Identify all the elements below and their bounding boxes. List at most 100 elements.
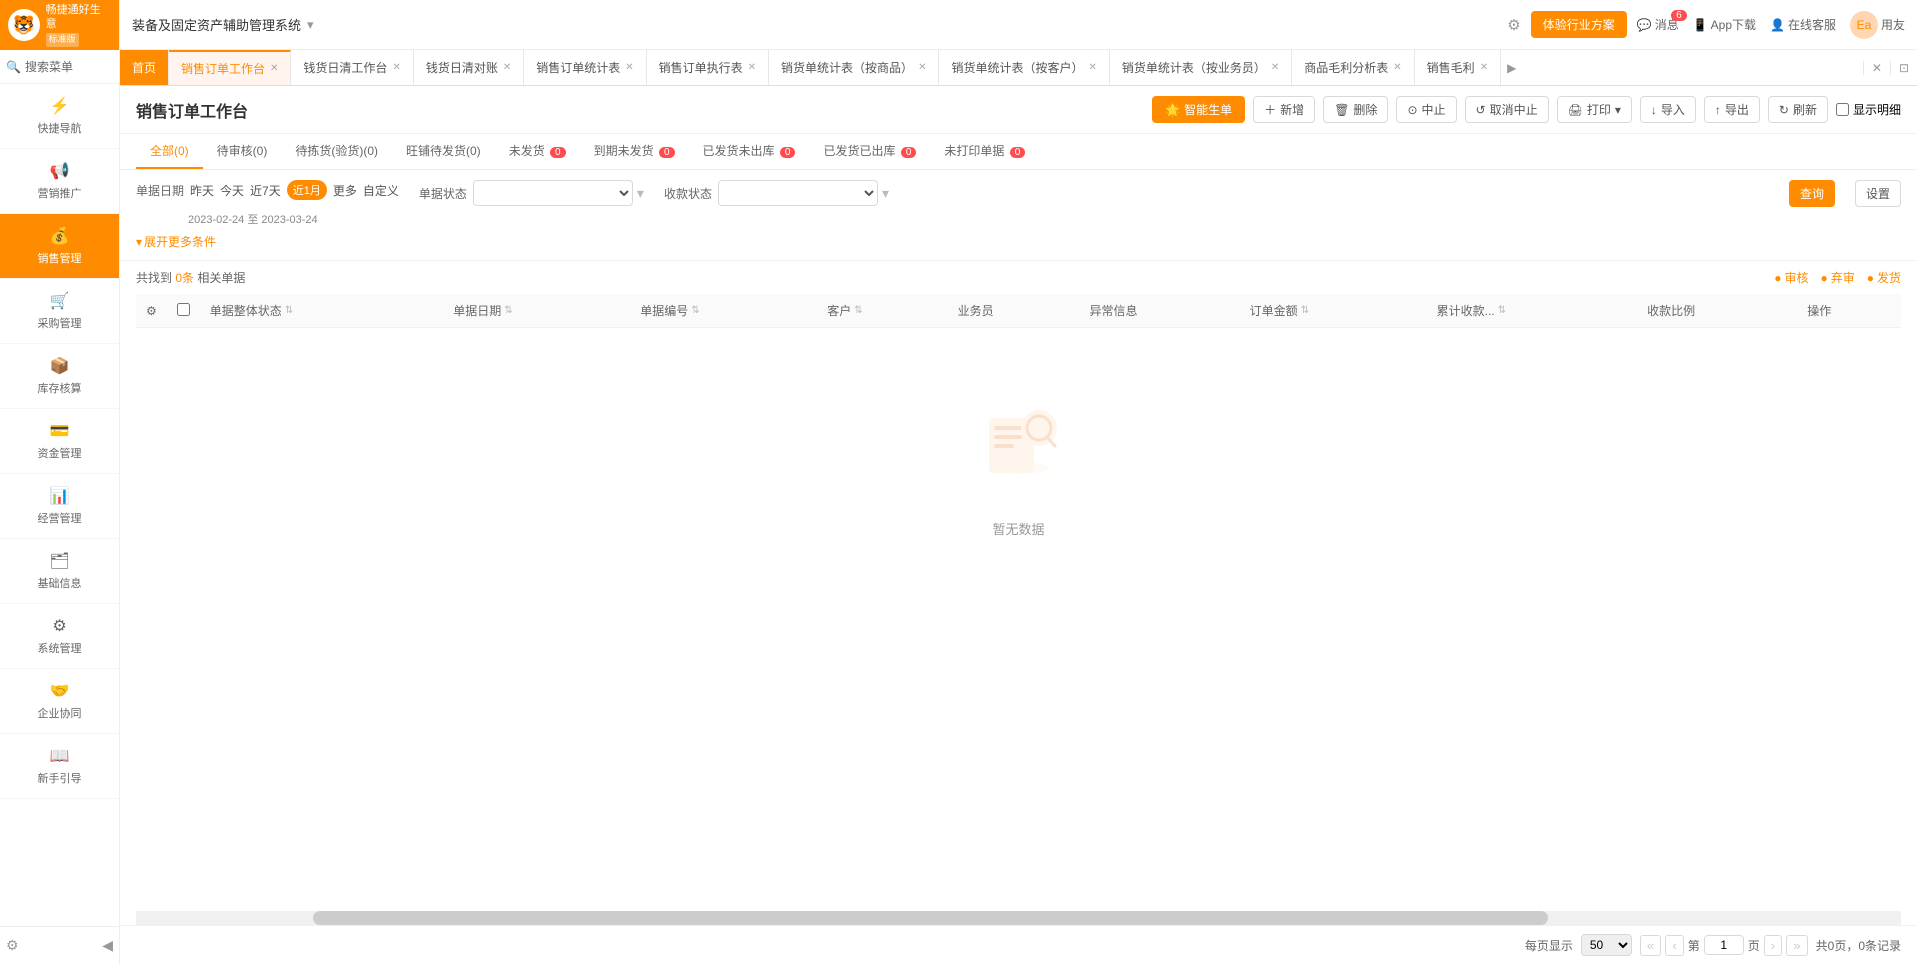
user-action[interactable]: Ea 用友: [1850, 11, 1905, 39]
tab-sales-summary-staff[interactable]: 销货单统计表（按业务员） ✕: [1110, 50, 1292, 85]
sidebar-item-inventory[interactable]: 📦 库存核算: [0, 344, 119, 409]
sidebar-item-system[interactable]: ⚙ 系统管理: [0, 604, 119, 669]
logo-text-line2: 标准版: [46, 31, 111, 47]
sub-tab-not-shipped[interactable]: 未发货 0: [495, 134, 580, 169]
th-settings[interactable]: ⚙: [136, 294, 167, 328]
tab-close-icon-3[interactable]: ✕: [503, 62, 511, 73]
sidebar-item-quick[interactable]: ⚡ 快捷导航: [0, 84, 119, 149]
sidebar-item-guide[interactable]: 📖 新手引导: [0, 734, 119, 799]
sort-number[interactable]: 单据编号 ⇅: [640, 302, 807, 319]
ship-btn[interactable]: ● 发货: [1867, 269, 1901, 286]
status-select[interactable]: [473, 180, 633, 206]
tab-sales-stat[interactable]: 销售订单统计表 ✕: [524, 50, 646, 85]
sort-amount[interactable]: 订单金额 ⇅: [1250, 302, 1417, 319]
sidebar-item-operation[interactable]: 📊 经营管理: [0, 474, 119, 539]
payment-select[interactable]: [718, 180, 878, 206]
sidebar-item-basic[interactable]: 🗂 基础信息: [0, 539, 119, 604]
cancel-stop-btn[interactable]: ↺ 取消中止: [1465, 96, 1549, 123]
tab-sales-more[interactable]: 销售毛利 ✕: [1415, 50, 1501, 85]
add-btn[interactable]: ＋ 新增: [1253, 96, 1315, 123]
sort-collected[interactable]: 累计收款... ⇅: [1437, 302, 1628, 319]
date-opt-yesterday[interactable]: 昨天: [190, 182, 214, 199]
sub-tab-wangpu[interactable]: 旺铺待发货(0): [392, 134, 495, 169]
settings-bottom-icon[interactable]: ⚙: [6, 937, 19, 954]
query-btn[interactable]: 查询: [1789, 180, 1835, 207]
sidebar-item-finance[interactable]: 💳 资金管理: [0, 409, 119, 474]
tab-close-icon[interactable]: ✕: [270, 63, 278, 74]
import-btn[interactable]: ↓ 导入: [1640, 96, 1696, 123]
sub-tab-shipped-in[interactable]: 已发货未出库 0: [689, 134, 810, 169]
refresh-btn[interactable]: ↻ 刷新: [1768, 96, 1828, 123]
show-detail-toggle[interactable]: 显示明细: [1836, 101, 1901, 118]
sub-tab-pending[interactable]: 待审核(0): [203, 134, 282, 169]
horizontal-scrollbar[interactable]: [136, 911, 1901, 925]
date-opt-1month[interactable]: 近1月: [287, 180, 327, 200]
tab-close-icon-7[interactable]: ✕: [1088, 62, 1096, 73]
ai-gen-btn[interactable]: 🌟 智能生单: [1152, 96, 1245, 123]
sort-date[interactable]: 单据日期 ⇅: [453, 302, 620, 319]
tab-close-icon-6[interactable]: ✕: [918, 62, 926, 73]
tabbar-more-btn[interactable]: ▶: [1501, 50, 1522, 85]
first-page-btn[interactable]: «: [1640, 935, 1661, 956]
tab-close-icon-10[interactable]: ✕: [1480, 62, 1488, 73]
tab-close-icon-9[interactable]: ✕: [1393, 62, 1401, 73]
tab-close-icon-5[interactable]: ✕: [748, 62, 756, 73]
date-opt-today[interactable]: 今天: [220, 182, 244, 199]
sidebar-item-enterprise[interactable]: 🤝 企业协同: [0, 669, 119, 734]
tab-close-icon-8[interactable]: ✕: [1271, 62, 1279, 73]
export-label: 导出: [1725, 101, 1749, 118]
page-size-select[interactable]: 50 20 100: [1581, 934, 1632, 956]
tab-sales-exec[interactable]: 销售订单执行表 ✕: [647, 50, 769, 85]
sort-status[interactable]: 单据整体状态 ⇅: [210, 302, 433, 319]
sidebar-item-sales[interactable]: 💰 销售管理: [0, 214, 119, 279]
tab-close-icon-2[interactable]: ✕: [392, 62, 400, 73]
next-page-btn[interactable]: ›: [1764, 935, 1782, 956]
tab-close-icon-4[interactable]: ✕: [625, 62, 633, 73]
sort-customer[interactable]: 客户 ⇅: [827, 302, 937, 319]
page-input[interactable]: [1704, 935, 1744, 955]
scrollbar-thumb[interactable]: [313, 911, 1549, 925]
topbar-gear-icon[interactable]: ⚙: [1507, 16, 1520, 34]
exp-btn[interactable]: 体验行业方案: [1531, 11, 1627, 38]
prev-page-btn[interactable]: ‹: [1665, 935, 1683, 956]
tab-margin-analysis[interactable]: 商品毛利分析表 ✕: [1292, 50, 1414, 85]
tab-home[interactable]: 首页: [120, 50, 169, 85]
app-download-action[interactable]: 📱 App下载: [1693, 16, 1756, 33]
stop-btn[interactable]: ⊙ 中止: [1396, 96, 1456, 123]
sidebar-item-purchase[interactable]: 🛒 采购管理: [0, 279, 119, 344]
tab-sales-summary-product[interactable]: 销货单统计表（按商品） ✕: [769, 50, 939, 85]
delete-btn[interactable]: 🗑 删除: [1323, 96, 1388, 123]
topbar-dropdown-icon[interactable]: ▾: [307, 17, 314, 33]
tab-sales-summary-customer[interactable]: 销货单统计表（按客户） ✕: [939, 50, 1109, 85]
tab-cash-daily[interactable]: 钱货日清工作台 ✕: [291, 50, 413, 85]
sub-tab-pending-pick[interactable]: 待拣货(验货)(0): [281, 134, 392, 169]
tabbar-close-all-btn[interactable]: ✕: [1863, 61, 1890, 75]
tab-cash-reconcile[interactable]: 钱货日清对账 ✕: [414, 50, 524, 85]
overdue-badge: 0: [659, 147, 675, 158]
tabbar-expand-btn[interactable]: ⊡: [1890, 61, 1917, 75]
collapse-icon[interactable]: ◀: [102, 937, 113, 954]
settings-btn[interactable]: 设置: [1855, 180, 1901, 207]
sub-tab-not-printed[interactable]: 未打印单据 0: [930, 134, 1039, 169]
table-header-row: ⚙ 单据整体状态 ⇅: [136, 294, 1901, 328]
date-opt-custom[interactable]: 自定义: [363, 182, 399, 199]
expand-btn[interactable]: ▾ 展开更多条件: [136, 233, 1901, 250]
show-detail-checkbox[interactable]: [1836, 103, 1849, 116]
online-service-action[interactable]: 👤 在线客服: [1770, 16, 1836, 33]
print-btn[interactable]: 🖨 打印 ▾: [1557, 96, 1632, 123]
message-action[interactable]: 💬 消息 6: [1637, 16, 1679, 33]
sidebar-item-marketing[interactable]: 📢 营销推广: [0, 149, 119, 214]
sub-tab-overdue[interactable]: 到期未发货 0: [580, 134, 689, 169]
last-page-btn[interactable]: »: [1786, 935, 1807, 956]
audit-btn[interactable]: ● 审核: [1774, 269, 1808, 286]
sidebar-item-search[interactable]: 🔍 搜索菜单: [0, 50, 119, 84]
anti-audit-btn[interactable]: ● 弃审: [1820, 269, 1854, 286]
tab-sales-workbench[interactable]: 销售订单工作台 ✕: [169, 50, 291, 85]
date-opt-7days[interactable]: 近7天: [250, 182, 281, 199]
anti-audit-label: 弃审: [1831, 269, 1855, 286]
date-opt-more[interactable]: 更多: [333, 182, 357, 199]
sub-tab-all[interactable]: 全部(0): [136, 134, 203, 169]
export-btn[interactable]: ↑ 导出: [1704, 96, 1760, 123]
sub-tab-shipped-out[interactable]: 已发货已出库 0: [809, 134, 930, 169]
select-all-checkbox[interactable]: [177, 303, 190, 316]
